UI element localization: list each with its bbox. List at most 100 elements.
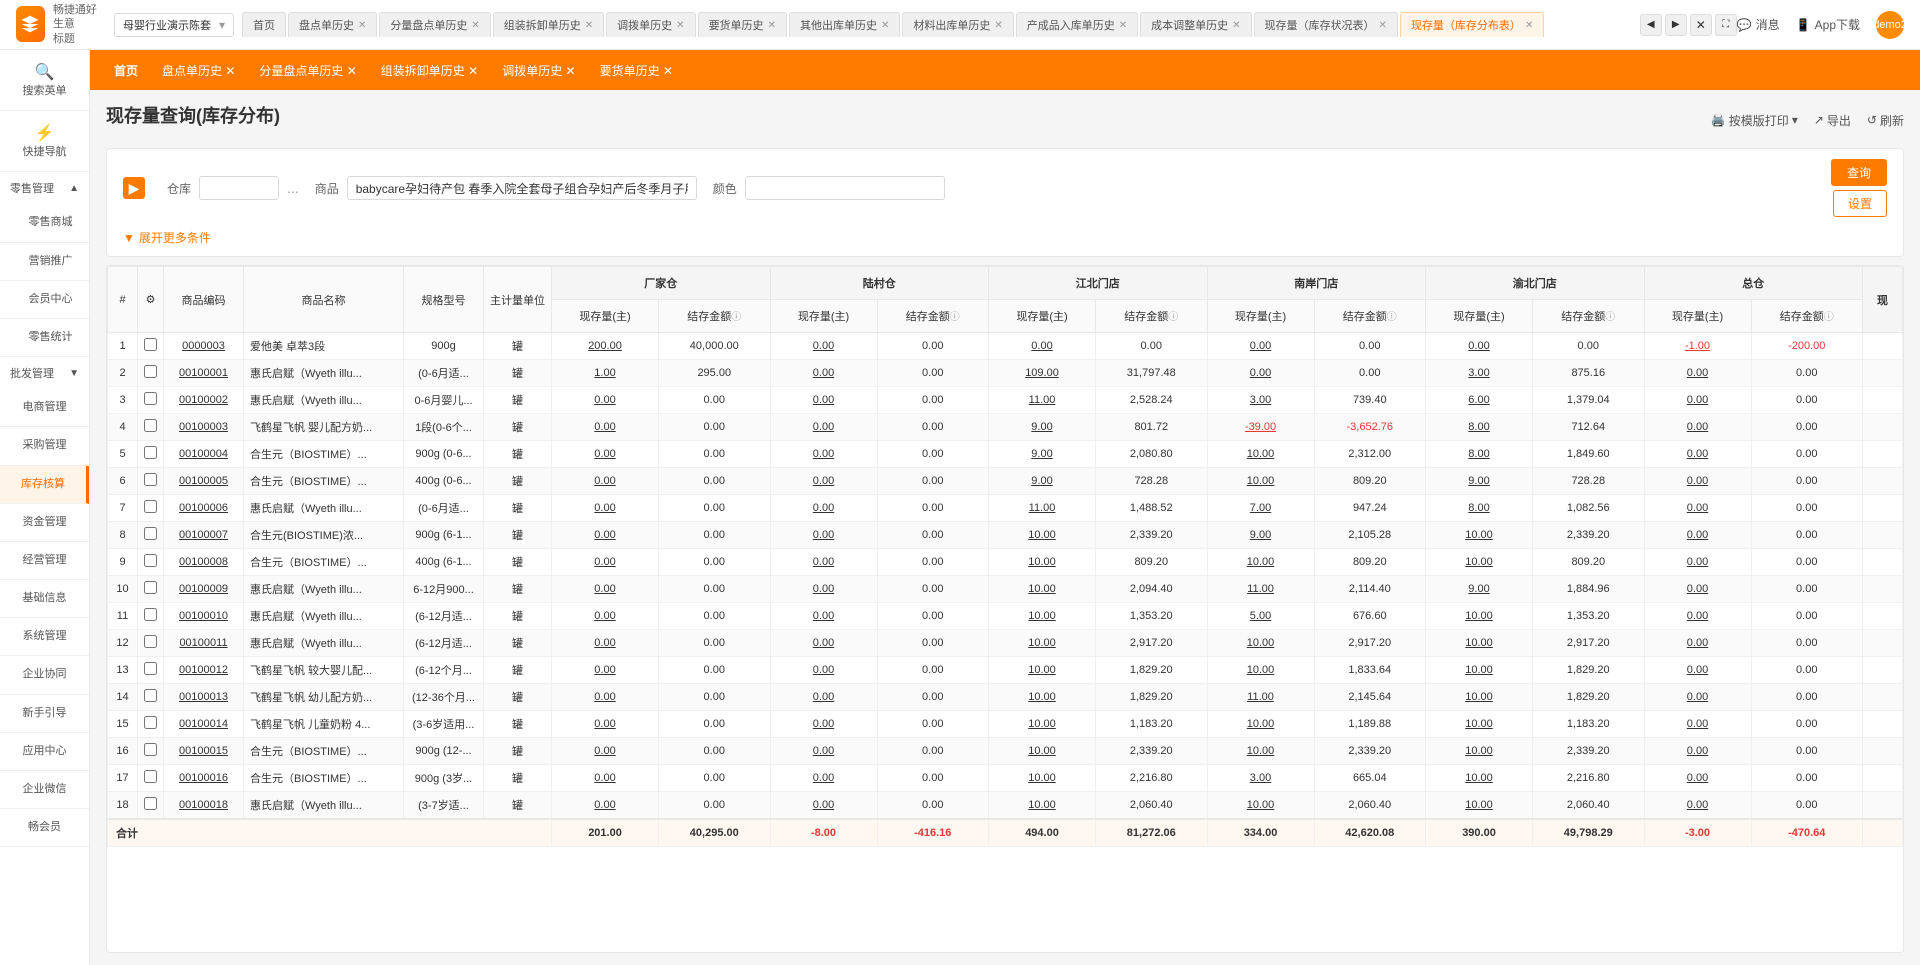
cell-checkbox[interactable] <box>138 711 164 738</box>
row-checkbox[interactable] <box>144 716 157 729</box>
qty-link[interactable]: 10.00 <box>1028 637 1056 649</box>
sidebar-item-system[interactable]: 系统管理 <box>0 618 89 656</box>
settings-icon[interactable]: ⚙ <box>146 294 156 306</box>
tab-close-icon[interactable]: ✕ <box>1119 20 1127 31</box>
qty-link[interactable]: 10.00 <box>1247 718 1275 730</box>
cell-checkbox[interactable] <box>138 441 164 468</box>
tab-other-out[interactable]: 其他出库单历史 ✕ <box>789 12 900 37</box>
qty-link[interactable]: 10.00 <box>1247 556 1275 568</box>
cell-checkbox[interactable] <box>138 738 164 765</box>
sidebar-item-wechat[interactable]: 企业微信 <box>0 771 89 809</box>
sidebar-item-operations[interactable]: 经营管理 <box>0 542 89 580</box>
cell-checkbox[interactable] <box>138 765 164 792</box>
qty-link[interactable]: -39.00 <box>1245 421 1276 433</box>
tab-stock-status[interactable]: 现存量（库存状况表） ✕ <box>1254 12 1398 37</box>
qty-link[interactable]: 0.00 <box>594 691 615 703</box>
qty-link[interactable]: 11.00 <box>1029 394 1056 406</box>
navbar-inventory-check[interactable]: 盘点单历史 ✕ <box>154 58 243 83</box>
qty-link[interactable]: 0.00 <box>594 745 615 757</box>
tab-prev-arrow[interactable]: ◀ <box>1640 14 1662 36</box>
qty-link[interactable]: 0.00 <box>813 421 834 433</box>
qty-link[interactable]: 0.00 <box>813 718 834 730</box>
qty-link[interactable]: 0.00 <box>813 799 834 811</box>
qty-link[interactable]: 0.00 <box>1687 394 1708 406</box>
code-link[interactable]: 00100016 <box>179 772 228 784</box>
print-button[interactable]: 🖨️ 按模版打印 ▾ <box>1711 112 1798 129</box>
qty-link[interactable]: 10.00 <box>1028 583 1056 595</box>
qty-link[interactable]: 0.00 <box>1687 556 1708 568</box>
qty-link[interactable]: 10.00 <box>1465 529 1493 541</box>
row-checkbox[interactable] <box>144 392 157 405</box>
qty-link[interactable]: 0.00 <box>813 583 834 595</box>
code-link[interactable]: 00100014 <box>179 718 228 730</box>
tab-close-icon[interactable]: ✕ <box>1379 20 1387 31</box>
qty-link[interactable]: 10.00 <box>1247 448 1275 460</box>
tab-close-icon[interactable]: ✕ <box>1525 20 1533 31</box>
sidebar-item-guide[interactable]: 新手引导 <box>0 695 89 733</box>
qty-link[interactable]: 0.00 <box>594 448 615 460</box>
qty-link[interactable]: 11.00 <box>1029 502 1056 514</box>
qty-link[interactable]: 0.00 <box>1687 664 1708 676</box>
navbar-assemble[interactable]: 组装拆卸单历史 ✕ <box>373 58 486 83</box>
qty-link[interactable]: 0.00 <box>813 448 834 460</box>
row-checkbox[interactable] <box>144 365 157 378</box>
tab-order[interactable]: 要货单历史 ✕ <box>698 12 787 37</box>
qty-link[interactable]: 0.00 <box>1687 421 1708 433</box>
qty-link[interactable]: 0.00 <box>594 529 615 541</box>
qty-link[interactable]: 10.00 <box>1247 745 1275 757</box>
qty-link[interactable]: 10.00 <box>1465 799 1493 811</box>
qty-link[interactable]: 6.00 <box>1468 394 1489 406</box>
tab-transfer[interactable]: 调拨单历史 ✕ <box>606 12 695 37</box>
navbar-home[interactable]: 首页 <box>106 58 146 83</box>
qty-link[interactable]: 0.00 <box>594 394 615 406</box>
tab-close-icon[interactable]: ✕ <box>676 20 684 31</box>
qty-link[interactable]: 10.00 <box>1465 745 1493 757</box>
user-menu[interactable]: demo2 <box>1876 11 1904 39</box>
query-button[interactable]: 查询 <box>1831 159 1887 186</box>
export-button[interactable]: ↗ 导出 <box>1814 112 1851 129</box>
qty-link[interactable]: 0.00 <box>1687 583 1708 595</box>
info-icon[interactable]: ⓘ <box>950 312 960 323</box>
qty-link[interactable]: 0.00 <box>1468 340 1489 352</box>
qty-link[interactable]: 0.00 <box>813 664 834 676</box>
sidebar-item-collab[interactable]: 企业协同 <box>0 656 89 694</box>
qty-link[interactable]: 10.00 <box>1247 637 1275 649</box>
code-link[interactable]: 0000003 <box>182 340 225 352</box>
qty-link[interactable]: 10.00 <box>1247 799 1275 811</box>
cell-checkbox[interactable] <box>138 657 164 684</box>
qty-link[interactable]: 0.00 <box>594 772 615 784</box>
row-checkbox[interactable] <box>144 500 157 513</box>
row-checkbox[interactable] <box>144 770 157 783</box>
row-checkbox[interactable] <box>144 743 157 756</box>
row-checkbox[interactable] <box>144 473 157 486</box>
qty-link[interactable]: 10.00 <box>1028 799 1056 811</box>
qty-link[interactable]: 10.00 <box>1465 772 1493 784</box>
row-checkbox[interactable] <box>144 689 157 702</box>
sidebar-item-members[interactable]: 会员中心 <box>0 281 89 319</box>
qty-link[interactable]: 200.00 <box>588 340 622 352</box>
qty-link[interactable]: 0.00 <box>1687 799 1708 811</box>
qty-link[interactable]: 0.00 <box>1687 745 1708 757</box>
qty-link[interactable]: 0.00 <box>594 583 615 595</box>
qty-link[interactable]: 0.00 <box>594 475 615 487</box>
qty-link[interactable]: 0.00 <box>813 745 834 757</box>
sidebar-item-quicknav[interactable]: ⚡ 快捷导航 <box>0 111 89 172</box>
qty-link[interactable]: 10.00 <box>1028 610 1056 622</box>
qty-link[interactable]: 10.00 <box>1028 718 1056 730</box>
qty-link[interactable]: 1.00 <box>594 367 615 379</box>
qty-link[interactable]: 7.00 <box>1250 502 1271 514</box>
sidebar-item-ecommerce[interactable]: 电商管理 <box>0 389 89 427</box>
close-all-button[interactable]: ✕ <box>1690 14 1712 36</box>
sidebar-item-vip[interactable]: 畅会员 <box>0 809 89 847</box>
cell-checkbox[interactable] <box>138 495 164 522</box>
row-checkbox[interactable] <box>144 581 157 594</box>
qty-link[interactable]: 9.00 <box>1468 583 1489 595</box>
navbar-transfer[interactable]: 调拨单历史 ✕ <box>494 58 583 83</box>
sidebar-section-wholesale[interactable]: 批发管理 ▼ <box>0 357 89 389</box>
code-link[interactable]: 00100012 <box>179 664 228 676</box>
sidebar-item-search[interactable]: 🔍 搜索英单 <box>0 50 89 111</box>
code-link[interactable]: 00100003 <box>179 421 228 433</box>
row-checkbox[interactable] <box>144 797 157 810</box>
tab-material-out[interactable]: 材料出库单历史 ✕ <box>902 12 1013 37</box>
tab-next-arrow[interactable]: ▶ <box>1665 14 1687 36</box>
